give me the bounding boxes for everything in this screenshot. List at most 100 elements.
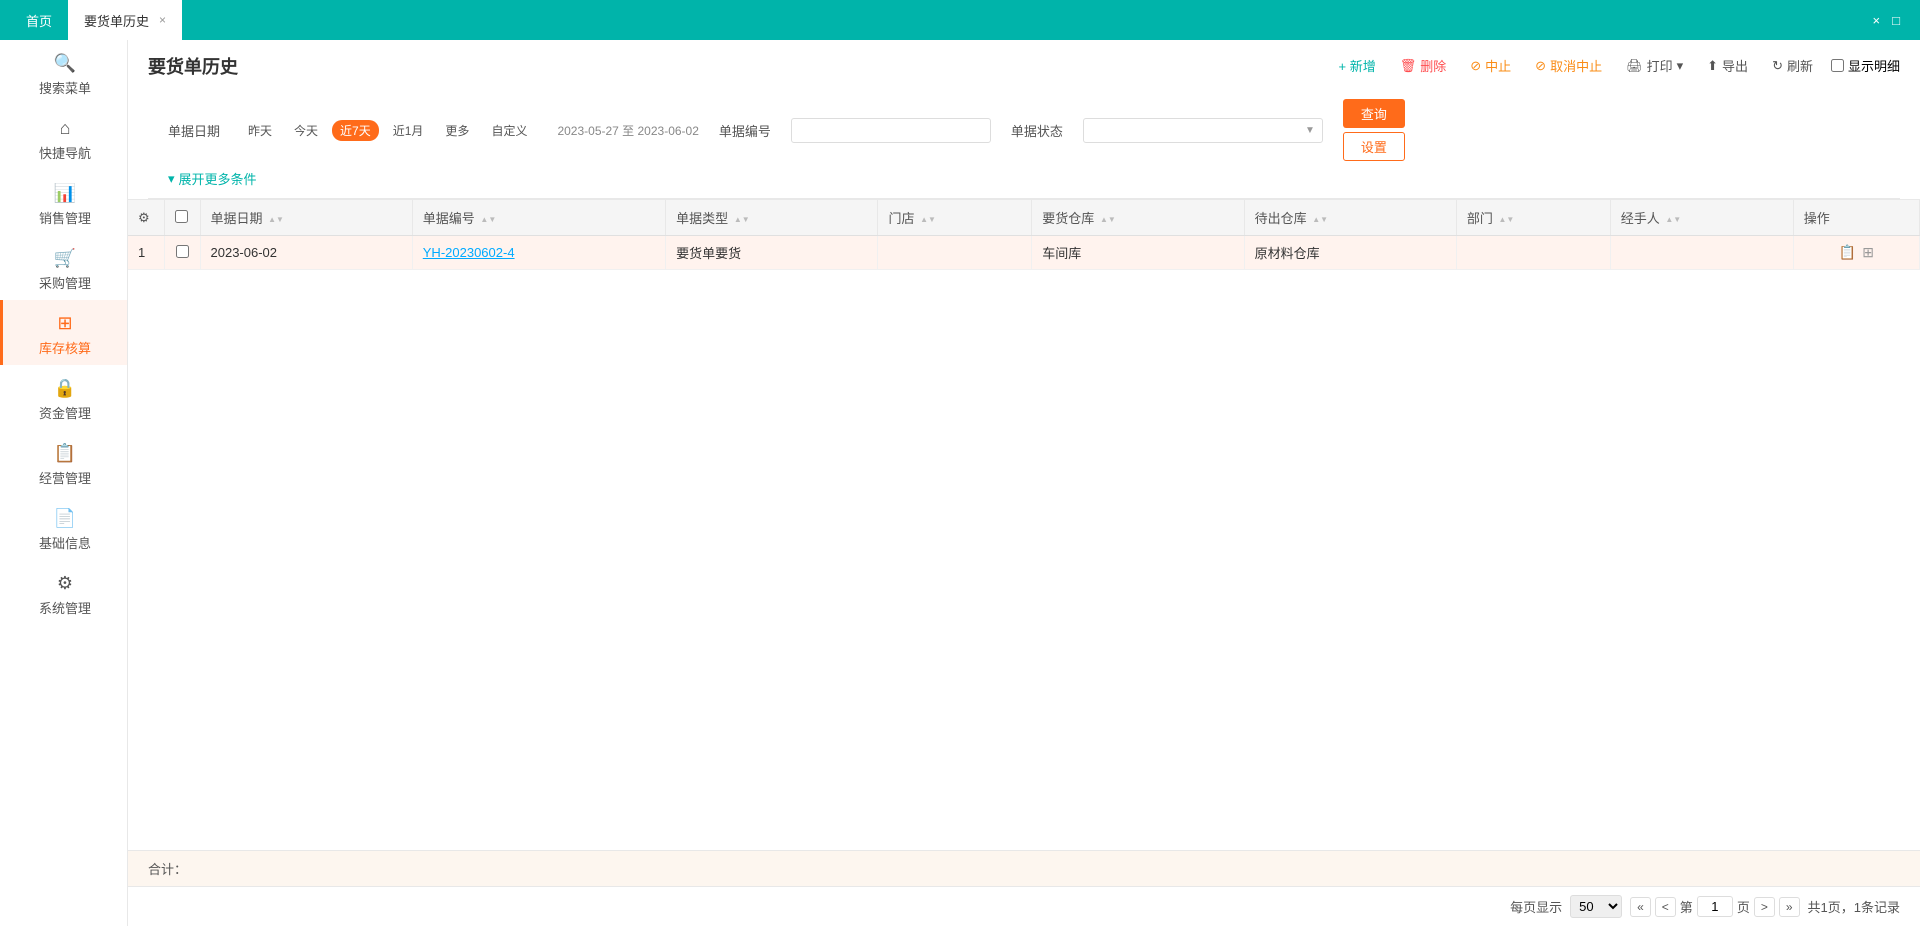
new-button[interactable]: + 新增 bbox=[1332, 52, 1381, 79]
tab-home[interactable]: 首页 bbox=[10, 0, 68, 40]
quick-nav-icon: ⌂ bbox=[54, 117, 76, 139]
th-settings[interactable]: ⚙ bbox=[128, 200, 164, 236]
filter-row-expand: ▾ 展开更多条件 bbox=[168, 169, 1880, 188]
th-handler[interactable]: 经手人 ▲▼ bbox=[1610, 200, 1793, 236]
sidebar-item-basic-info[interactable]: 📄 基础信息 bbox=[0, 495, 127, 560]
td-req-warehouse: 车间库 bbox=[1032, 236, 1244, 270]
shortcut-7days[interactable]: 近7天 bbox=[332, 120, 379, 141]
prev-page-btn[interactable]: < bbox=[1655, 897, 1676, 917]
window-close-btn[interactable]: × bbox=[1873, 13, 1881, 28]
footer-total-label: 合计： bbox=[148, 859, 187, 878]
delete-button[interactable]: 🗑 删除 bbox=[1394, 52, 1453, 79]
window-maximize-btn[interactable]: □ bbox=[1892, 13, 1900, 28]
date-filter-label: 单据日期 bbox=[168, 121, 220, 140]
sort-dept-icon: ▲▼ bbox=[1498, 216, 1514, 224]
stop-icon: ⊘ bbox=[1470, 58, 1481, 74]
filter-area: 单据日期 昨天 今天 近7天 近1月 更多 自定义 2023-05-27 至 2… bbox=[148, 89, 1900, 199]
td-doc-date: 2023-06-02 bbox=[200, 236, 412, 270]
shortcut-today[interactable]: 今天 bbox=[286, 120, 326, 141]
sidebar-item-quick-nav[interactable]: ⌂ 快捷导航 bbox=[0, 105, 127, 170]
sidebar-item-purchase-mgmt[interactable]: 🛒 采购管理 bbox=[0, 235, 127, 300]
td-num: 1 bbox=[128, 236, 164, 270]
th-pending-warehouse[interactable]: 待出仓库 ▲▼ bbox=[1244, 200, 1456, 236]
system-icon: ⚙ bbox=[54, 572, 76, 594]
expand-more-btn[interactable]: ▾ 展开更多条件 bbox=[168, 169, 257, 188]
settings-button[interactable]: 设置 bbox=[1343, 132, 1405, 161]
sidebar-item-sales-mgmt[interactable]: 📊 销售管理 bbox=[0, 170, 127, 235]
sort-doc-no-icon: ▲▼ bbox=[480, 216, 496, 224]
top-bar: 首页 要货单历史 × × □ bbox=[0, 0, 1920, 40]
basic-info-icon: 📄 bbox=[54, 507, 76, 529]
page-nav: « < 第 页 > » bbox=[1630, 896, 1799, 917]
th-req-warehouse[interactable]: 要货仓库 ▲▼ bbox=[1032, 200, 1244, 236]
th-store[interactable]: 门店 ▲▼ bbox=[878, 200, 1032, 236]
filter-row-1: 单据日期 昨天 今天 近7天 近1月 更多 自定义 2023-05-27 至 2… bbox=[168, 99, 1880, 161]
sidebar-item-system-mgmt[interactable]: ⚙ 系统管理 bbox=[0, 560, 127, 625]
tab-requisition-history[interactable]: 要货单历史 × bbox=[68, 0, 182, 40]
finance-icon: 🔒 bbox=[54, 377, 76, 399]
query-button[interactable]: 查询 bbox=[1343, 99, 1405, 128]
td-doc-type: 要货单要货 bbox=[666, 236, 878, 270]
sidebar-item-finance-mgmt[interactable]: 🔒 资金管理 bbox=[0, 365, 127, 430]
close-tab-icon[interactable]: × bbox=[159, 13, 166, 27]
shortcut-custom[interactable]: 自定义 bbox=[483, 120, 535, 141]
expand-icon: ▾ bbox=[168, 171, 175, 187]
refresh-button[interactable]: ↻ 刷新 bbox=[1766, 52, 1819, 79]
sidebar-item-search-menu[interactable]: 🔍 搜索菜单 bbox=[0, 40, 127, 105]
operations-icon: 📋 bbox=[54, 442, 76, 464]
th-doc-date[interactable]: 单据日期 ▲▼ bbox=[200, 200, 412, 236]
last-page-btn[interactable]: » bbox=[1779, 897, 1800, 917]
sort-handler-icon: ▲▼ bbox=[1665, 216, 1681, 224]
content-area: 要货单历史 + 新增 🗑 删除 ⊘ 中止 ⊘ 取消中止 bbox=[128, 40, 1920, 926]
first-page-btn[interactable]: « bbox=[1630, 897, 1651, 917]
row-detail-icon[interactable]: ⊞ bbox=[1862, 244, 1874, 261]
row-checkbox[interactable] bbox=[176, 245, 189, 258]
shortcut-1month[interactable]: 近1月 bbox=[385, 120, 432, 141]
sales-icon: 📊 bbox=[54, 182, 76, 204]
search-menu-icon: 🔍 bbox=[54, 52, 76, 74]
row-edit-icon[interactable]: 📋 bbox=[1839, 244, 1856, 261]
shortcut-yesterday[interactable]: 昨天 bbox=[240, 120, 280, 141]
stop-button[interactable]: ⊘ 中止 bbox=[1464, 52, 1517, 79]
status-select-wrapper bbox=[1083, 118, 1323, 143]
select-all-checkbox[interactable] bbox=[175, 210, 188, 223]
cancel-button[interactable]: ⊘ 取消中止 bbox=[1529, 52, 1608, 79]
print-dropdown-icon[interactable]: ▾ bbox=[1677, 58, 1684, 74]
sidebar-item-operations-mgmt[interactable]: 📋 经营管理 bbox=[0, 430, 127, 495]
next-page-btn[interactable]: > bbox=[1754, 897, 1775, 917]
date-shortcuts: 昨天 今天 近7天 近1月 更多 自定义 bbox=[240, 120, 535, 141]
print-button[interactable]: 🖨 打印 ▾ bbox=[1620, 52, 1689, 79]
th-doc-type[interactable]: 单据类型 ▲▼ bbox=[666, 200, 878, 236]
status-select[interactable] bbox=[1083, 118, 1323, 143]
td-pending-warehouse: 原材料仓库 bbox=[1244, 236, 1456, 270]
sidebar-item-inventory-calc[interactable]: ⊞ 库存核算 bbox=[0, 300, 127, 365]
doc-no-link[interactable]: YH-20230602-4 bbox=[423, 245, 515, 260]
th-checkbox bbox=[164, 200, 200, 236]
delete-icon: 🗑 bbox=[1400, 58, 1417, 74]
date-range-display: 2023-05-27 至 2023-06-02 bbox=[557, 122, 698, 139]
main-layout: 🔍 搜索菜单 ⌂ 快捷导航 📊 销售管理 🛒 采购管理 ⊞ 库存核算 🔒 资金管… bbox=[0, 40, 1920, 926]
td-handler bbox=[1610, 236, 1793, 270]
td-store bbox=[878, 236, 1032, 270]
table-footer: 合计： bbox=[128, 850, 1920, 886]
th-dept[interactable]: 部门 ▲▼ bbox=[1456, 200, 1610, 236]
td-doc-no: YH-20230602-4 bbox=[412, 236, 665, 270]
print-icon: 🖨 bbox=[1626, 58, 1643, 74]
show-detail-checkbox-label[interactable]: 显示明细 bbox=[1831, 56, 1900, 75]
sort-doc-date-icon: ▲▼ bbox=[268, 216, 284, 224]
export-button[interactable]: ⬆ 导出 bbox=[1701, 52, 1754, 79]
td-dept bbox=[1456, 236, 1610, 270]
shortcut-more[interactable]: 更多 bbox=[437, 120, 477, 141]
per-page-select[interactable]: 50 20 100 200 bbox=[1570, 895, 1622, 918]
top-bar-right: × □ bbox=[1873, 13, 1910, 28]
td-ops: 📋 ⊞ bbox=[1793, 236, 1919, 270]
refresh-icon: ↻ bbox=[1772, 58, 1783, 74]
page-header: 要货单历史 + 新增 🗑 删除 ⊘ 中止 ⊘ 取消中止 bbox=[128, 40, 1920, 200]
page-input[interactable] bbox=[1697, 896, 1733, 917]
th-doc-no[interactable]: 单据编号 ▲▼ bbox=[412, 200, 665, 236]
td-checkbox bbox=[164, 236, 200, 270]
doc-no-input[interactable] bbox=[791, 118, 991, 143]
table-header: ⚙ 单据日期 ▲▼ 单据编号 ▲▼ 单据类型 bbox=[128, 200, 1920, 236]
show-detail-checkbox[interactable] bbox=[1831, 59, 1844, 72]
sort-doc-type-icon: ▲▼ bbox=[734, 216, 750, 224]
